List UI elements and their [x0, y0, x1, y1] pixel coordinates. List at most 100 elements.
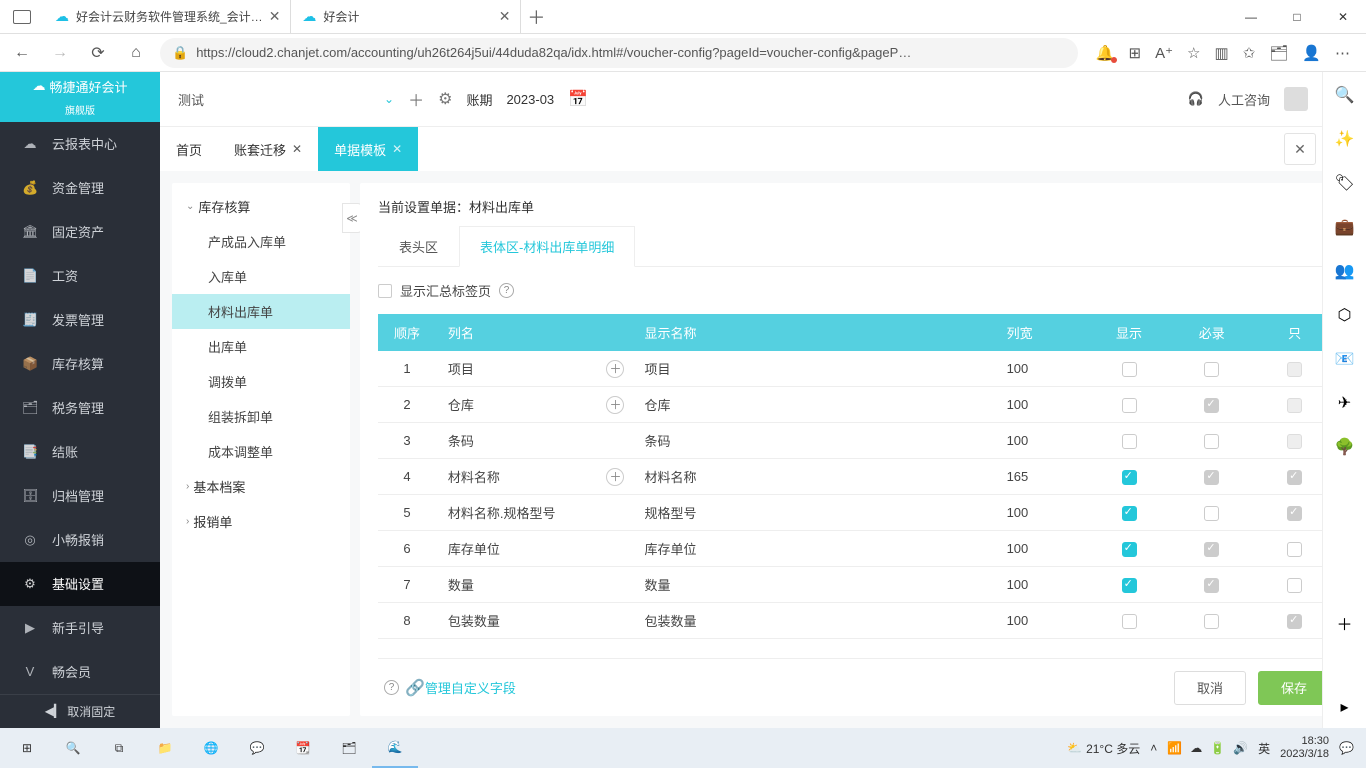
- calendar-icon[interactable]: 📅: [568, 89, 588, 109]
- gear-icon[interactable]: ⚙: [438, 89, 452, 109]
- tree-item[interactable]: 材料出库单: [172, 294, 350, 329]
- add-column-icon[interactable]: ＋: [606, 396, 624, 414]
- page-tab[interactable]: 账套迁移✕: [218, 127, 318, 171]
- page-tab[interactable]: 单据模板✕: [318, 127, 418, 171]
- edge-sidebar-icon[interactable]: 🌳: [1334, 436, 1356, 458]
- show-checkbox[interactable]: [1122, 542, 1137, 557]
- notifications-icon[interactable]: 💬: [1339, 741, 1354, 755]
- show-checkbox[interactable]: [1122, 362, 1137, 377]
- collapse-tree-icon[interactable]: ≪: [342, 203, 362, 233]
- required-checkbox[interactable]: [1204, 362, 1219, 377]
- home-button[interactable]: ⌂: [122, 39, 150, 67]
- clock[interactable]: 18:30 2023/3/18: [1280, 735, 1329, 761]
- tree-item[interactable]: 出库单: [172, 329, 350, 364]
- nav-item[interactable]: 🏛固定资产: [0, 210, 160, 254]
- battery-icon[interactable]: 🔋: [1210, 741, 1225, 755]
- more-icon[interactable]: ⋯: [1335, 44, 1350, 62]
- nav-item[interactable]: 📑结账: [0, 430, 160, 474]
- cloud-icon[interactable]: ☁: [1190, 741, 1202, 755]
- footer-help-icon[interactable]: ?: [384, 680, 399, 695]
- sidebar-expand-icon[interactable]: ▸: [1334, 696, 1356, 718]
- inner-tab[interactable]: 表体区-材料出库单明细: [459, 226, 635, 267]
- save-button[interactable]: 保存: [1258, 671, 1330, 705]
- weather-widget[interactable]: ⛅21°C 多云: [1067, 740, 1140, 757]
- edge-sidebar-icon[interactable]: ✨: [1334, 128, 1356, 150]
- wifi-icon[interactable]: 📶: [1167, 741, 1182, 755]
- cancel-pin[interactable]: ◀▎取消固定: [0, 694, 160, 728]
- back-button[interactable]: ←: [8, 39, 36, 67]
- show-checkbox[interactable]: [1122, 506, 1137, 521]
- org-selector[interactable]: 测试 ⌄: [178, 90, 394, 109]
- required-checkbox[interactable]: [1204, 506, 1219, 521]
- volume-icon[interactable]: 🔊: [1233, 741, 1248, 755]
- tree-item[interactable]: 组装拆卸单: [172, 399, 350, 434]
- read-aloud-icon[interactable]: A⁺: [1155, 44, 1173, 62]
- browser-tab[interactable]: ☁好会计云财务软件管理系统_会计…✕: [44, 0, 291, 33]
- tree-item[interactable]: 调拨单: [172, 364, 350, 399]
- nav-item[interactable]: ☁云报表中心: [0, 122, 160, 166]
- close-all-tabs[interactable]: ✕: [1284, 133, 1316, 165]
- wechat-icon[interactable]: 💬: [234, 728, 280, 768]
- tree-group[interactable]: ⌄库存核算: [172, 189, 350, 224]
- edge-sidebar-icon[interactable]: 💼: [1334, 216, 1356, 238]
- edge-sidebar-icon[interactable]: 🏷: [1334, 172, 1356, 194]
- avatar[interactable]: [1284, 87, 1308, 111]
- tree-item[interactable]: 成本调整单: [172, 434, 350, 469]
- readonly-checkbox[interactable]: [1287, 542, 1302, 557]
- edge-sidebar-icon[interactable]: 📧: [1334, 348, 1356, 370]
- nav-item[interactable]: 📄工资: [0, 254, 160, 298]
- close-window-button[interactable]: ✕: [1320, 0, 1366, 34]
- nav-item[interactable]: 💰资金管理: [0, 166, 160, 210]
- forward-button[interactable]: →: [46, 39, 74, 67]
- edge-icon[interactable]: 🌊: [372, 728, 418, 768]
- tree-group[interactable]: ›报销单: [172, 504, 350, 539]
- inner-tab[interactable]: 表头区: [378, 226, 459, 266]
- required-checkbox[interactable]: [1204, 614, 1219, 629]
- tree-item[interactable]: 入库单: [172, 259, 350, 294]
- minimize-button[interactable]: —: [1228, 0, 1274, 34]
- search-button[interactable]: 🔍: [50, 728, 96, 768]
- add-button[interactable]: ＋: [408, 87, 424, 111]
- tray-chevron-icon[interactable]: ˄: [1150, 741, 1157, 755]
- edge-sidebar-icon[interactable]: ⬡: [1334, 304, 1356, 326]
- tree-item[interactable]: 产成品入库单: [172, 224, 350, 259]
- add-column-icon[interactable]: ＋: [606, 468, 624, 486]
- required-checkbox[interactable]: [1204, 434, 1219, 449]
- edge-sidebar-icon[interactable]: 🔍: [1334, 84, 1356, 106]
- close-icon[interactable]: ✕: [292, 142, 302, 156]
- nav-item[interactable]: 🧾发票管理: [0, 298, 160, 342]
- show-summary-checkbox[interactable]: [378, 284, 392, 298]
- new-tab-button[interactable]: ＋: [521, 4, 551, 30]
- readonly-checkbox[interactable]: [1287, 578, 1302, 593]
- profile-icon[interactable]: 👤: [1302, 44, 1321, 62]
- favorites-bar-icon[interactable]: ✩: [1243, 44, 1256, 62]
- cancel-button[interactable]: 取消: [1174, 671, 1246, 705]
- chrome-icon[interactable]: 🌐: [188, 728, 234, 768]
- edge-sidebar-icon[interactable]: ✈: [1334, 392, 1356, 414]
- calendar-app-icon[interactable]: 📆: [280, 728, 326, 768]
- extensions-icon[interactable]: ⊞: [1129, 44, 1142, 62]
- nav-item[interactable]: ⚙基础设置: [0, 562, 160, 606]
- close-icon[interactable]: ✕: [499, 8, 511, 25]
- edge-sidebar-icon[interactable]: 👥: [1334, 260, 1356, 282]
- collections-icon[interactable]: ▥: [1215, 44, 1229, 62]
- nav-item[interactable]: 🗄归档管理: [0, 474, 160, 518]
- add-column-icon[interactable]: ＋: [606, 360, 624, 378]
- explorer-icon[interactable]: 📁: [142, 728, 188, 768]
- browser-tab[interactable]: ☁好会计✕: [291, 0, 521, 33]
- show-checkbox[interactable]: [1122, 470, 1137, 485]
- close-icon[interactable]: ✕: [392, 142, 402, 156]
- nav-item[interactable]: 🗂税务管理: [0, 386, 160, 430]
- page-tab[interactable]: 首页: [160, 127, 218, 171]
- tab-actions-icon[interactable]: [0, 10, 44, 24]
- nav-item[interactable]: ▶新手引导: [0, 606, 160, 650]
- nav-item[interactable]: 📦库存核算: [0, 342, 160, 386]
- nav-item[interactable]: ◎小畅报销: [0, 518, 160, 562]
- ime-indicator[interactable]: 英: [1258, 740, 1270, 757]
- nav-item[interactable]: V畅会员: [0, 650, 160, 694]
- refresh-button[interactable]: ⟳: [84, 39, 112, 67]
- tree-group[interactable]: ›基本档案: [172, 469, 350, 504]
- app-icon[interactable]: 🗂: [1269, 44, 1288, 62]
- show-checkbox[interactable]: [1122, 434, 1137, 449]
- start-button[interactable]: ⊞: [4, 728, 50, 768]
